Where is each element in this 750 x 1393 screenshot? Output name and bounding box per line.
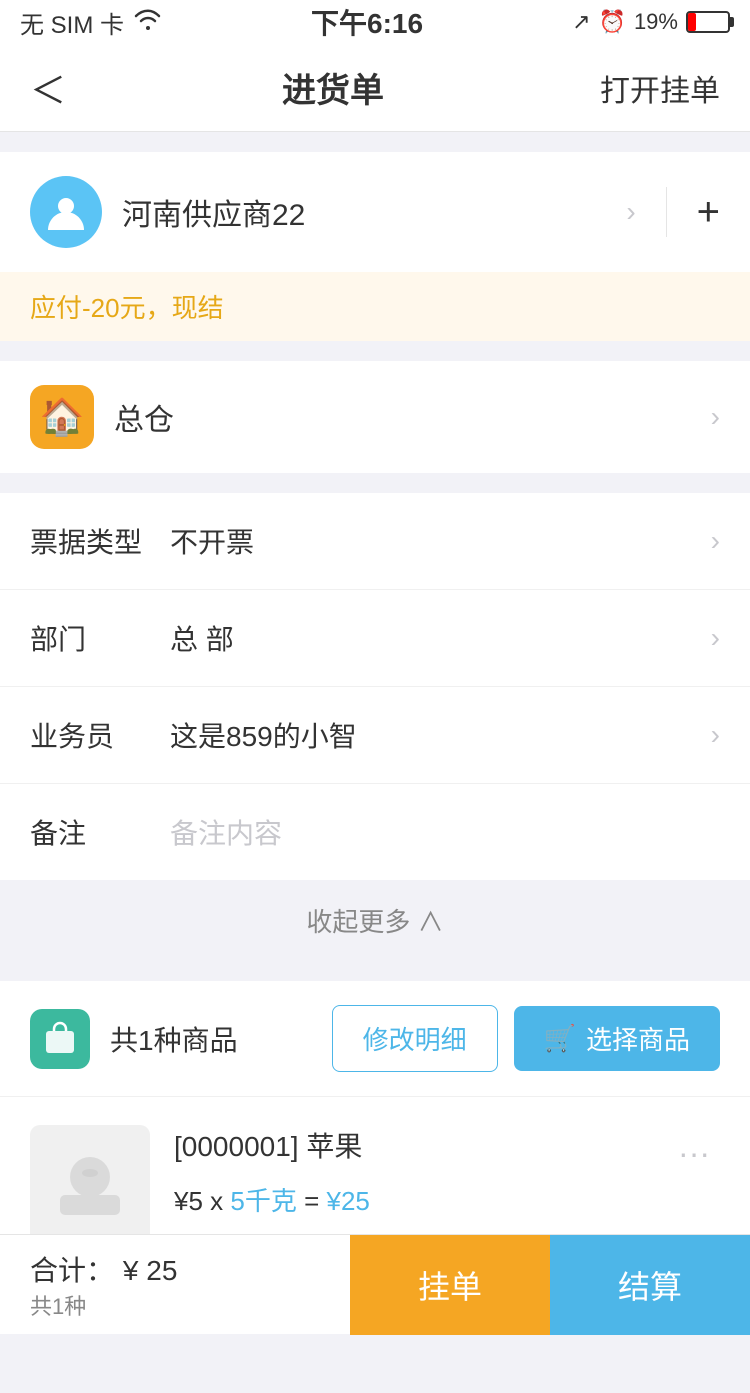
- supplier-name: 河南供应商22: [122, 190, 626, 234]
- product-title: 苹果: [306, 1131, 362, 1162]
- dept-row[interactable]: 部门 总 部 ›: [0, 590, 750, 687]
- ticket-label: 票据类型: [30, 521, 170, 561]
- salesperson-row[interactable]: 业务员 这是859的小智 ›: [0, 687, 750, 784]
- wifi-icon: [134, 8, 162, 37]
- status-bar: 无 SIM 卡 下午6:16 ↗ ⏰ 19%: [0, 0, 750, 44]
- note-row[interactable]: 备注 备注内容: [0, 784, 750, 880]
- supplier-notice: 应付-20元，现结: [0, 272, 750, 341]
- total-section: 合计： ¥ 25 共1种: [0, 1249, 350, 1321]
- note-label: 备注: [30, 812, 170, 852]
- salesperson-label: 业务员: [30, 715, 170, 755]
- warehouse-row[interactable]: 🏠 总仓 ›: [0, 361, 750, 473]
- page-title: 进货单: [282, 63, 384, 112]
- status-left: 无 SIM 卡: [20, 5, 162, 40]
- edit-detail-button[interactable]: 修改明细: [332, 1005, 498, 1072]
- bottom-bar: 合计： ¥ 25 共1种 挂单 结算: [0, 1234, 750, 1334]
- total-value: ¥ 25: [123, 1255, 178, 1286]
- supplier-chevron: ›: [626, 196, 635, 228]
- hang-button[interactable]: 挂单: [350, 1235, 550, 1335]
- dept-chevron: ›: [711, 622, 720, 654]
- status-right: ↗ ⏰ 19%: [572, 9, 730, 35]
- alarm-icon: ⏰: [599, 9, 626, 35]
- battery-percent: 19%: [634, 9, 678, 35]
- total-amount: 合计： ¥ 25: [30, 1249, 320, 1289]
- ticket-chevron: ›: [711, 525, 720, 557]
- status-time: 下午6:16: [311, 2, 423, 42]
- product-count: 共1种商品: [110, 1019, 332, 1059]
- product-price: ¥5 x 5千克 = ¥25: [174, 1181, 668, 1218]
- equals-sign: =: [304, 1186, 326, 1216]
- warehouse-icon: 🏠: [30, 385, 94, 449]
- dept-value: 总 部: [170, 618, 711, 658]
- ticket-row[interactable]: 票据类型 不开票 ›: [0, 493, 750, 590]
- open-hang-button[interactable]: 打开挂单: [600, 66, 720, 110]
- content-area: 河南供应商22 › + 应付-20元，现结 🏠 总仓 › 票据类型 不开票 › …: [0, 152, 750, 1393]
- price-separator: x: [210, 1186, 230, 1216]
- select-product-icon: 🛒: [544, 1023, 576, 1054]
- total-count: 共1种: [30, 1289, 320, 1321]
- product-name: [0000001] 苹果: [174, 1125, 668, 1165]
- location-icon: ↗: [572, 9, 590, 35]
- total-label: 合计：: [30, 1255, 114, 1286]
- product-more-button[interactable]: ···: [668, 1125, 720, 1182]
- warehouse-section: 🏠 总仓 ›: [0, 361, 750, 473]
- product-header: 共1种商品 修改明细 🛒 选择商品: [0, 981, 750, 1097]
- product-thumbnail: [30, 1125, 150, 1245]
- product-info: [0000001] 苹果 ¥5 x 5千克 = ¥25: [174, 1125, 668, 1218]
- product-icon: [30, 1009, 90, 1069]
- carrier-label: 无 SIM 卡: [20, 5, 124, 40]
- supplier-avatar: [30, 176, 102, 248]
- ticket-value: 不开票: [170, 521, 711, 561]
- price-value: ¥5: [174, 1186, 203, 1216]
- product-section: 共1种商品 修改明细 🛒 选择商品 [0000001] 苹果: [0, 981, 750, 1273]
- battery-icon: [686, 11, 730, 33]
- supplier-section: 河南供应商22 › + 应付-20元，现结: [0, 152, 750, 341]
- supplier-row[interactable]: 河南供应商22 › +: [0, 152, 750, 272]
- salesperson-chevron: ›: [711, 719, 720, 751]
- warehouse-name: 总仓: [114, 395, 711, 439]
- back-button[interactable]: ＜: [30, 62, 66, 114]
- select-product-label: 选择商品: [586, 1020, 690, 1057]
- battery-fill: [688, 13, 696, 31]
- product-code: [0000001]: [174, 1131, 299, 1162]
- collapse-bar[interactable]: 收起更多 ∧: [0, 880, 750, 961]
- quantity-value: 5千克: [230, 1186, 296, 1216]
- warehouse-chevron: ›: [711, 401, 720, 433]
- dept-label: 部门: [30, 618, 170, 658]
- form-section: 票据类型 不开票 › 部门 总 部 › 业务员 这是859的小智 › 备注 备注…: [0, 493, 750, 880]
- settle-button[interactable]: 结算: [550, 1235, 750, 1335]
- note-input[interactable]: 备注内容: [170, 812, 720, 852]
- total-value: ¥25: [327, 1186, 370, 1216]
- salesperson-value: 这是859的小智: [170, 715, 711, 755]
- supplier-right: › +: [626, 187, 720, 237]
- add-supplier-button[interactable]: +: [697, 190, 720, 235]
- nav-bar: ＜ 进货单 打开挂单: [0, 44, 750, 132]
- divider: [666, 187, 667, 237]
- select-product-button[interactable]: 🛒 选择商品: [514, 1006, 720, 1071]
